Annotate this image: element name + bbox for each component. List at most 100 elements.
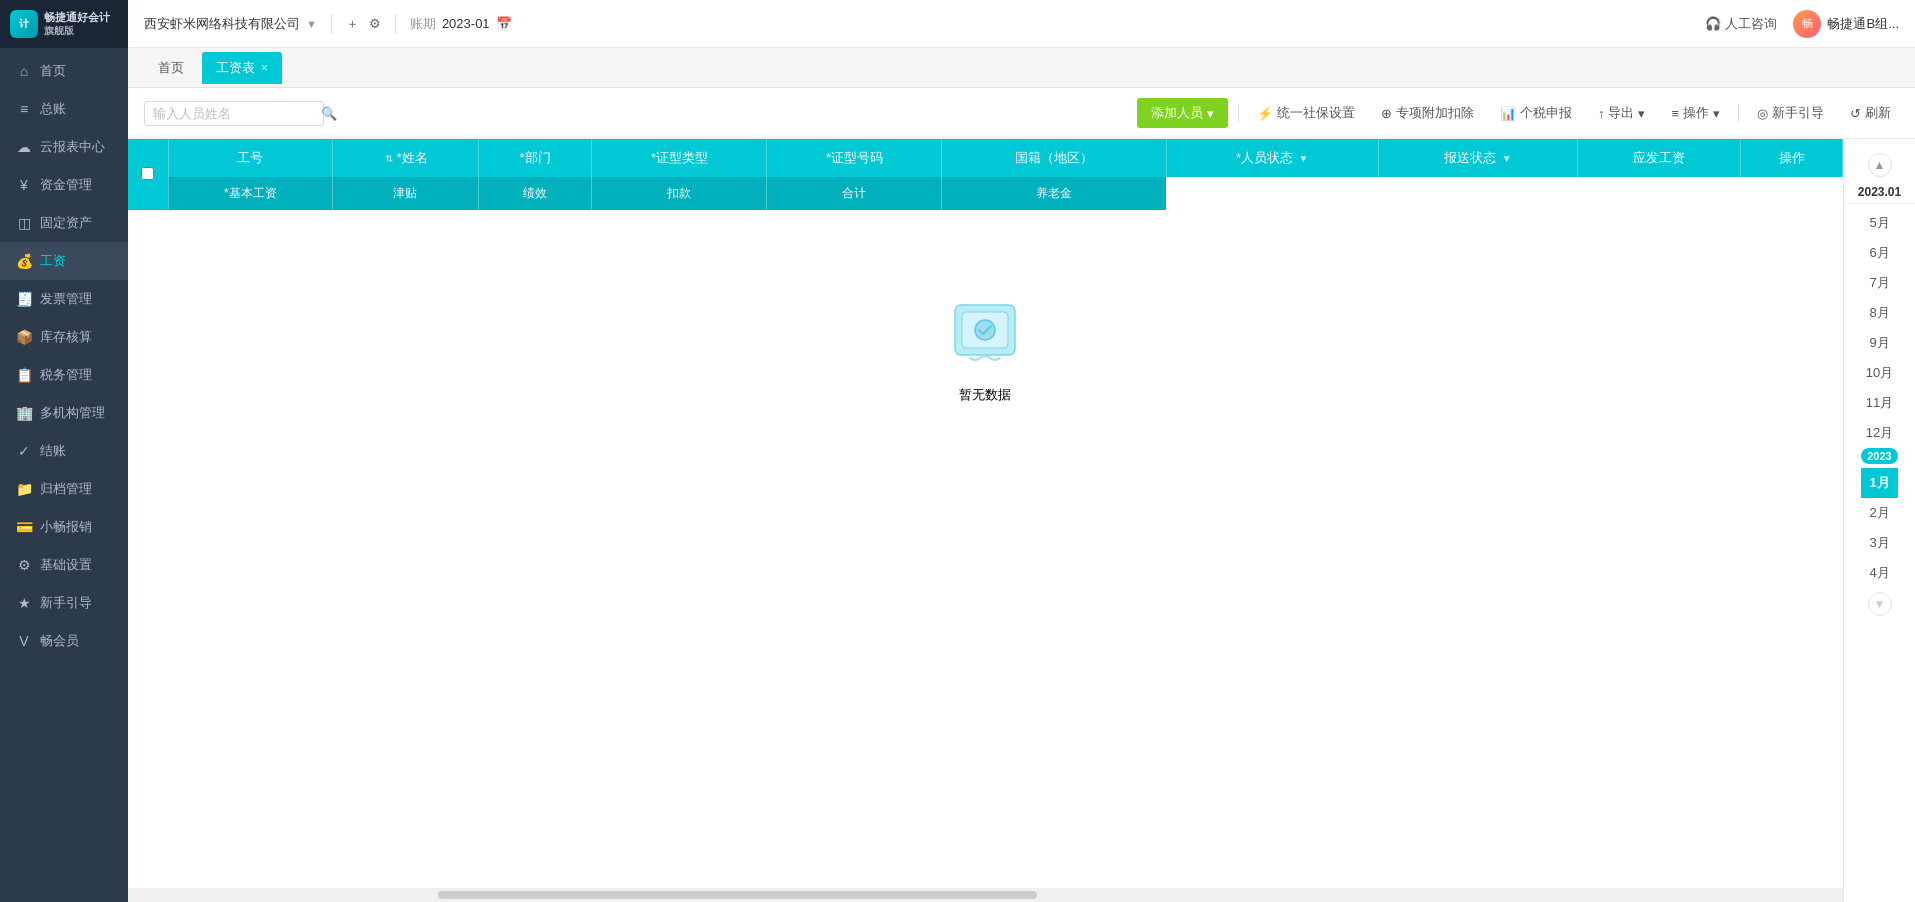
topbar: 西安虾米网络科技有限公司 ▼ ＋ ⚙ 账期 2023-01 📅 🎧 人工咨询 畅… (128, 0, 1915, 48)
deduct-icon: ⊕ (1381, 106, 1392, 121)
separator-2 (1738, 104, 1739, 122)
sidebar-item-首页[interactable]: ⌂首页 (0, 52, 128, 90)
th-subsidy: 津贴 (333, 177, 479, 210)
empty-text: 暂无数据 (959, 386, 1011, 404)
add-person-btn[interactable]: 添加人员 ▾ (1137, 98, 1228, 128)
month-item-5月[interactable]: 5月 (1861, 208, 1897, 238)
sidebar-item-多机构管理[interactable]: 🏢多机构管理 (0, 394, 128, 432)
content-area: 🔍 添加人员 ▾ ⚡ 统一社保设置 ⊕ 专项附加扣除 📊 个税申 (128, 88, 1915, 902)
scroll-down-btn[interactable]: ▼ (1868, 592, 1892, 616)
plus-icon: ＋ (346, 15, 359, 33)
sidebar-item-小畅报销[interactable]: 💳小畅报销 (0, 508, 128, 546)
export-btn[interactable]: ↑ 导出 ▾ (1590, 99, 1654, 127)
month-item-7月[interactable]: 7月 (1861, 268, 1897, 298)
th-nationality: 国籍（地区） (942, 139, 1166, 177)
month-item-10月[interactable]: 10月 (1861, 358, 1897, 388)
refresh-btn[interactable]: ↺ 刷新 (1842, 99, 1899, 127)
tax-report-btn[interactable]: 📊 个税申报 (1492, 99, 1580, 127)
sidebar: 计 畅捷通好会计 旗舰版 ⌂首页≡总账☁云报表中心¥资金管理◫固定资产💰工资🧾发… (0, 0, 128, 902)
table-panel-row: 工号 ⇅ *姓名 *部门 *证型类型 *证型号码 国籍（地区） *人员状态 ▼ (128, 139, 1915, 902)
guide-icon: ◎ (1757, 106, 1768, 121)
th-deduction: 扣款 (592, 177, 767, 210)
sidebar-item-税务管理[interactable]: 📋税务管理 (0, 356, 128, 394)
month-item-2月[interactable]: 2月 (1861, 498, 1897, 528)
th-report-status: 报送状态 ▼ (1378, 139, 1578, 177)
add-company-btn[interactable]: ＋ (346, 15, 359, 33)
horizontal-scrollbar[interactable] (128, 888, 1843, 902)
customer-service-btn[interactable]: 🎧 人工咨询 (1705, 15, 1777, 33)
date-picker-panel: ▲ 2023.01 5月6月7月8月9月10月11月12月20231月2月3月4… (1843, 139, 1915, 902)
th-operate: 操作 (1741, 139, 1843, 177)
th-idtype: *证型类型 (592, 139, 767, 177)
sidebar-item-基础设置[interactable]: ⚙基础设置 (0, 546, 128, 584)
sidebar-item-云报表中心[interactable]: ☁云报表中心 (0, 128, 128, 166)
sidebar-item-固定资产[interactable]: ◫固定资产 (0, 204, 128, 242)
chevron-down-icon: ▼ (306, 18, 317, 30)
app-edition: 旗舰版 (44, 24, 110, 38)
search-input[interactable] (153, 106, 321, 121)
report-filter-icon[interactable]: ▼ (1502, 153, 1512, 164)
search-wrap: 🔍 (144, 101, 324, 126)
user-name: 畅捷通B组... (1827, 15, 1899, 33)
th-performance: 绩效 (478, 177, 592, 210)
salary-table: 工号 ⇅ *姓名 *部门 *证型类型 *证型号码 国籍（地区） *人员状态 ▼ (128, 139, 1843, 888)
tax-icon: 📊 (1500, 106, 1516, 121)
guide-btn[interactable]: ◎ 新手引导 (1749, 99, 1832, 127)
nav-icon: 📁 (16, 481, 32, 497)
social-security-btn[interactable]: ⚡ 统一社保设置 (1249, 99, 1363, 127)
period-value: 2023-01 (442, 16, 490, 31)
month-item-4月[interactable]: 4月 (1861, 558, 1897, 588)
sidebar-item-畅会员[interactable]: V畅会员 (0, 622, 128, 660)
social-icon: ⚡ (1257, 106, 1273, 121)
nav-icon: 🏢 (16, 405, 32, 421)
th-total: 合计 (767, 177, 942, 210)
empty-illustration (940, 290, 1030, 370)
sidebar-item-总账[interactable]: ≡总账 (0, 90, 128, 128)
sidebar-item-发票管理[interactable]: 🧾发票管理 (0, 280, 128, 318)
month-item-6月[interactable]: 6月 (1861, 238, 1897, 268)
operate-icon: ≡ (1671, 106, 1679, 121)
nav-icon: 📦 (16, 329, 32, 345)
sidebar-item-新手引导[interactable]: ★新手引导 (0, 584, 128, 622)
month-item-8月[interactable]: 8月 (1861, 298, 1897, 328)
month-item-9月[interactable]: 9月 (1861, 328, 1897, 358)
sidebar-item-库存核算[interactable]: 📦库存核算 (0, 318, 128, 356)
operate-btn[interactable]: ≡ 操作 ▾ (1663, 99, 1728, 127)
table-section: 工号 ⇅ *姓名 *部门 *证型类型 *证型号码 国籍（地区） *人员状态 ▼ (128, 139, 1843, 902)
month-item-3月[interactable]: 3月 (1861, 528, 1897, 558)
month-item-11月[interactable]: 11月 (1861, 388, 1897, 418)
empty-state: 暂无数据 (128, 210, 1843, 484)
sidebar-item-归档管理[interactable]: 📁归档管理 (0, 470, 128, 508)
status-filter-icon[interactable]: ▼ (1299, 153, 1309, 164)
search-icon: 🔍 (321, 106, 337, 121)
sidebar-nav: ⌂首页≡总账☁云报表中心¥资金管理◫固定资产💰工资🧾发票管理📦库存核算📋税务管理… (0, 48, 128, 902)
scroll-up-btn[interactable]: ▲ (1868, 153, 1892, 177)
nav-icon: ☁ (16, 139, 32, 155)
sidebar-item-资金管理[interactable]: ¥资金管理 (0, 166, 128, 204)
th-salary-group: 应发工资 (1578, 139, 1741, 177)
select-all-checkbox[interactable] (141, 167, 154, 180)
sidebar-item-工资[interactable]: 💰工资 (0, 242, 128, 280)
tab-home[interactable]: 首页 (144, 52, 198, 84)
settings-btn[interactable]: ⚙ (369, 16, 381, 31)
month-item-1月[interactable]: 1月 (1861, 468, 1897, 498)
sidebar-item-结账[interactable]: ✓结账 (0, 432, 128, 470)
nav-icon: 💰 (16, 253, 32, 269)
company-selector[interactable]: 西安虾米网络科技有限公司 ▼ (144, 15, 317, 33)
period-section: 账期 2023-01 📅 (410, 15, 512, 33)
th-pension: 养老金 (942, 177, 1166, 210)
logo-icon: 计 (10, 10, 38, 38)
month-item-12月[interactable]: 12月 (1861, 418, 1897, 448)
tab-close-icon[interactable]: × (261, 61, 268, 75)
empty-state-cell: 暂无数据 (128, 210, 1843, 484)
calendar-icon[interactable]: 📅 (496, 16, 512, 31)
headset-icon: 🎧 (1705, 16, 1721, 31)
th-status: *人员状态 ▼ (1166, 139, 1378, 177)
special-deduct-btn[interactable]: ⊕ 专项附加扣除 (1373, 99, 1482, 127)
tab-salary[interactable]: 工资表 × (202, 52, 282, 84)
chevron-down-icon: ▾ (1207, 106, 1214, 121)
nav-icon: ★ (16, 595, 32, 611)
separator-1 (1238, 104, 1239, 122)
period-label: 账期 (410, 15, 436, 33)
scrollbar-thumb[interactable] (438, 891, 1037, 899)
